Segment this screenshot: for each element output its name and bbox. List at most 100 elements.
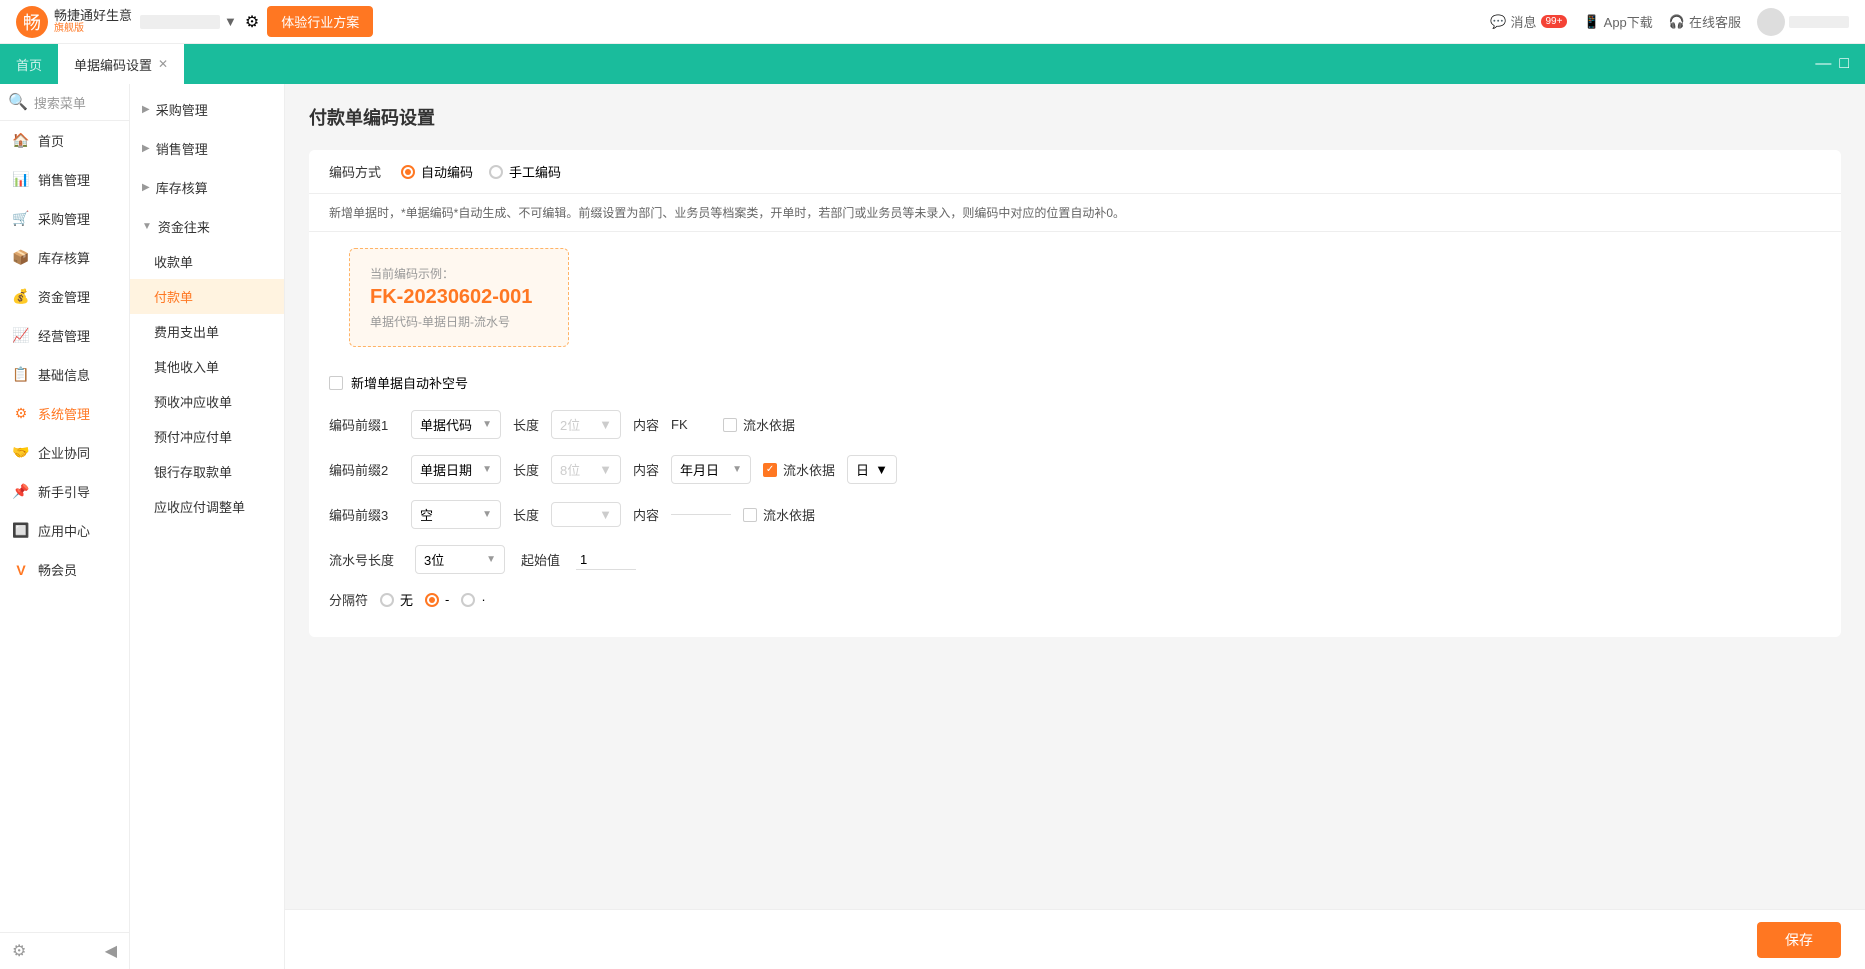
online-service-btn[interactable]: 🎧 在线客服 [1669,12,1741,31]
sidebar-item-system[interactable]: ⚙ 系统管理 [0,394,129,433]
tab-home-label: 首页 [16,55,42,74]
sep-none-label: 无 [400,590,413,609]
day-select[interactable]: 日 ▼ [847,455,897,484]
sep-radio-none[interactable] [380,593,394,607]
app-download-label: App下载 [1604,12,1653,31]
sidebar-item-operation[interactable]: 📈 经营管理 [0,316,129,355]
nav-dropdown[interactable]: ▼ [140,14,237,29]
search-icon: 🔍 [8,92,28,112]
settings-icon[interactable]: ⚙ [245,12,259,32]
message-icon: 💬 [1490,14,1506,30]
app-download-btn[interactable]: 📱 App下载 [1583,12,1652,31]
tab-bar-actions: — □ [1815,55,1865,73]
purchase-icon: 🛒 [12,210,30,228]
sub-item-prepay-recv[interactable]: 预收冲应收单 [130,384,284,419]
sidebar-item-member[interactable]: V 畅会员 [0,550,129,589]
sub-header-sales[interactable]: ▶ 销售管理 [130,131,284,166]
stream-checkbox-1[interactable] [723,418,737,432]
sub-header-capital[interactable]: ▼ 资金往来 [130,209,284,244]
top-bar: 畅 畅捷通好生意 旗舰版 ▼ ⚙ 体验行业方案 💬 消息 99+ 📱 App下载… [0,0,1865,44]
sub-arrow-sales: ▶ [142,143,150,154]
sub-header-inventory[interactable]: ▶ 库存核算 [130,170,284,205]
sidebar-search[interactable]: 🔍 搜索菜单 [0,84,129,121]
sidebar-item-enterprise[interactable]: 🤝 企业协同 [0,433,129,472]
main-layout: 🔍 搜索菜单 🏠 首页 📊 销售管理 🛒 采购管理 📦 库存核算 💰 [0,84,1865,969]
sub-header-purchase[interactable]: ▶ 采购管理 [130,92,284,127]
sidebar-item-sales[interactable]: 📊 销售管理 [0,160,129,199]
content-area: 付款单编码设置 编码方式 自动编码 手工编码 [285,84,1865,909]
sidebar-item-inventory[interactable]: 📦 库存核算 [0,238,129,277]
tab-close-icon[interactable]: ✕ [158,57,168,71]
prefix2-select[interactable]: 单据日期 ▼ [411,455,501,484]
sidebar-item-inventory-label: 库存核算 [38,248,90,267]
len3-field[interactable]: ▼ [551,502,621,527]
separator-row: 分隔符 无 - · [329,582,1821,617]
manual-encoding-option[interactable]: 手工编码 [489,162,561,181]
sep-radio-dash[interactable] [425,593,439,607]
message-btn[interactable]: 💬 消息 99+ [1490,12,1567,31]
auto-encoding-radio[interactable] [401,165,415,179]
manual-encoding-radio[interactable] [489,165,503,179]
auto-fill-checkbox[interactable] [329,376,343,390]
prefix1-select[interactable]: 单据代码 ▼ [411,410,501,439]
bottom-bar: 保存 [285,909,1865,969]
trial-btn[interactable]: 体验行业方案 [267,6,373,37]
sub-item-prepay-pay-label: 预付冲应付单 [154,427,232,446]
enterprise-icon: 🤝 [12,444,30,462]
tab-maximize-icon[interactable]: □ [1839,55,1849,73]
sidebar-settings-icon[interactable]: ⚙ [12,941,26,961]
save-button[interactable]: 保存 [1757,922,1841,958]
content-label-2: 内容 [633,460,659,479]
sep-option-dot[interactable]: · [461,592,485,607]
water-length-select[interactable]: 3位 ▼ [415,545,505,574]
sidebar-item-finance[interactable]: 💰 资金管理 [0,277,129,316]
main-content-card: 编码方式 自动编码 手工编码 新增单据时，*单据编码*自动生成、不可编辑。前缀设… [309,150,1841,637]
sidebar-item-appcenter[interactable]: 🔲 应用中心 [0,511,129,550]
sep-option-dash[interactable]: - [425,592,449,607]
tab-settings[interactable]: 单据编码设置 ✕ [58,44,184,84]
sep-dash-label: - [445,592,449,607]
sidebar-item-member-label: 畅会员 [38,560,77,579]
start-label: 起始值 [521,550,560,569]
page-title: 付款单编码设置 [309,104,1841,130]
sub-item-prepay-pay[interactable]: 预付冲应付单 [130,419,284,454]
tab-minimize-icon[interactable]: — [1815,55,1831,73]
auto-encoding-option[interactable]: 自动编码 [401,162,473,181]
stream-checkbox-2[interactable]: ✓ [763,463,777,477]
sidebar-item-purchase[interactable]: 🛒 采购管理 [0,199,129,238]
sub-item-payment[interactable]: 付款单 [130,279,284,314]
water-number-label: 流水号长度 [329,550,399,569]
user-info[interactable] [1757,8,1849,36]
sub-item-bank-label: 银行存取款单 [154,462,232,481]
start-input[interactable] [576,550,636,570]
top-bar-nav: ▼ ⚙ [140,12,259,32]
content2-select[interactable]: 年月日 ▼ [671,455,751,484]
day-arrow: ▼ [875,462,888,477]
sidebar-item-newguide[interactable]: 📌 新手引导 [0,472,129,511]
form-row-1-label: 编码前缀1 [329,415,399,434]
tab-home[interactable]: 首页 [0,44,58,84]
sub-item-receipt-label: 收款单 [154,252,193,271]
sep-radio-dot[interactable] [461,593,475,607]
sub-section-purchase: ▶ 采购管理 [130,92,284,127]
sub-item-bank[interactable]: 银行存取款单 [130,454,284,489]
sep-option-none[interactable]: 无 [380,590,413,609]
preview-desc: 单据代码-单据日期-流水号 [370,313,548,330]
len2-field[interactable]: 8位 ▼ [551,455,621,484]
content-value-1: FK [671,417,711,432]
sub-item-other-income[interactable]: 其他收入单 [130,349,284,384]
app-subtitle: 旗舰版 [54,23,132,35]
stream-checkbox-3[interactable] [743,508,757,522]
top-bar-left: 畅 畅捷通好生意 旗舰版 ▼ ⚙ 体验行业方案 [16,6,373,38]
prefix3-select[interactable]: 空 ▼ [411,500,501,529]
sub-item-expense[interactable]: 费用支出单 [130,314,284,349]
sidebar-item-sales-label: 销售管理 [38,170,90,189]
form-row-1: 编码前缀1 单据代码 ▼ 长度 2位 ▼ 内容 FK [329,402,1821,447]
sidebar-collapse-icon[interactable]: ◀ [105,941,117,961]
sidebar-item-home[interactable]: 🏠 首页 [0,121,129,160]
len1-field[interactable]: 2位 ▼ [551,410,621,439]
sidebar-item-basic[interactable]: 📋 基础信息 [0,355,129,394]
sub-item-receipt[interactable]: 收款单 [130,244,284,279]
tab-settings-label: 单据编码设置 [74,55,152,74]
sub-item-adjust[interactable]: 应收应付调整单 [130,489,284,524]
